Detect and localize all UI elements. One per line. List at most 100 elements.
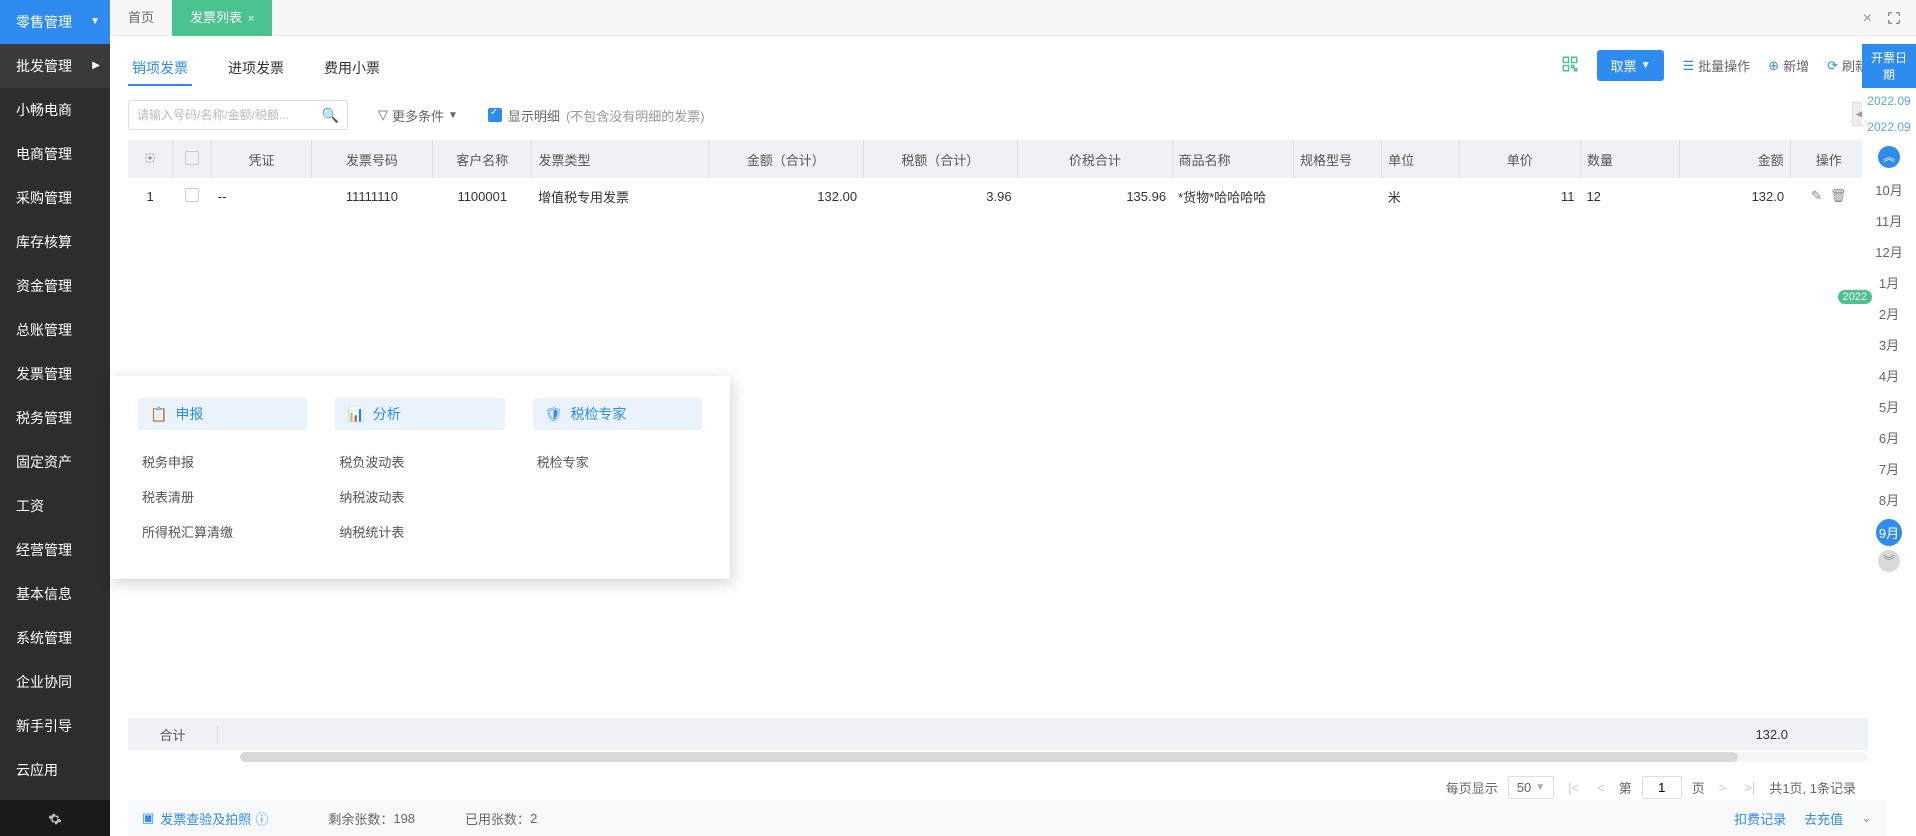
month-item[interactable]: 11月	[1862, 205, 1916, 236]
subtab-purchase[interactable]: 进项发票	[224, 52, 288, 86]
month-item[interactable]: 9月	[1876, 519, 1902, 546]
batch-button[interactable]: ☰批量操作	[1682, 56, 1750, 75]
col-voucher[interactable]: 凭证	[212, 140, 311, 178]
month-item[interactable]: 4月	[1862, 360, 1916, 391]
sidebar-item-ledger[interactable]: 总账管理	[0, 308, 110, 352]
last-page-icon[interactable]: >|	[1740, 780, 1759, 795]
sidebar-item-purchase[interactable]: 采购管理	[0, 176, 110, 220]
sidebar-item-tax[interactable]: 税务管理	[0, 396, 110, 440]
info-icon[interactable]: ⓘ	[255, 809, 268, 828]
fullscreen-icon[interactable]	[1886, 10, 1902, 29]
sidebar-item-ecommerce[interactable]: 电商管理	[0, 132, 110, 176]
edit-icon[interactable]: ✎	[1811, 188, 1822, 204]
scan-link[interactable]: 发票查验及拍照	[160, 809, 251, 828]
col-qty[interactable]: 数量	[1580, 140, 1679, 178]
sidebar-item-invoice[interactable]: 发票管理	[0, 352, 110, 396]
checkbox-icon	[488, 108, 502, 122]
month-item[interactable]: 5月	[1862, 391, 1916, 422]
month-item[interactable]: 3月	[1862, 329, 1916, 360]
col-line-amount[interactable]: 金额	[1680, 140, 1790, 178]
cell-check[interactable]	[172, 178, 212, 214]
more-conditions[interactable]: ▽更多条件▼	[378, 106, 458, 125]
sidebar-item-guide[interactable]: 新手引导	[0, 704, 110, 748]
submenu-item-tax-list[interactable]: 税表清册	[138, 479, 307, 514]
date-nav-up-icon[interactable]: ︽	[1878, 146, 1900, 168]
first-page-icon[interactable]: |<	[1564, 780, 1583, 795]
sidebar-item-funds[interactable]: 资金管理	[0, 264, 110, 308]
cell-idx: 1	[128, 178, 172, 214]
month-item[interactable]: 10月	[1862, 174, 1916, 205]
expense-link[interactable]: 扣费记录	[1734, 809, 1786, 828]
tab-home[interactable]: 首页	[110, 0, 172, 36]
declare-icon: 📋	[150, 406, 167, 423]
col-number[interactable]: 发票号码	[311, 140, 432, 178]
search-icon[interactable]: 🔍	[322, 107, 339, 124]
per-page-select[interactable]: 50▼	[1508, 776, 1554, 799]
add-button[interactable]: ⊕新增	[1768, 56, 1809, 75]
date-year-to[interactable]: 2022.09	[1862, 114, 1916, 140]
sidebar-item-operation[interactable]: 经营管理	[0, 528, 110, 572]
refresh-icon: ⟳	[1827, 58, 1838, 74]
recharge-link[interactable]: 去充值	[1804, 809, 1843, 828]
col-tax[interactable]: 税额（合计）	[863, 140, 1018, 178]
month-item[interactable]: 2月	[1862, 298, 1916, 329]
sidebar-item-xiaochang[interactable]: 小畅电商	[0, 88, 110, 132]
date-year-from[interactable]: 2022.09	[1862, 88, 1916, 114]
col-price[interactable]: 单价	[1459, 140, 1580, 178]
sidebar-item-system[interactable]: 系统管理	[0, 616, 110, 660]
subtab-expense[interactable]: 费用小票	[320, 52, 384, 86]
sidebar-item-inventory[interactable]: 库存核算	[0, 220, 110, 264]
sidebar-item-salary[interactable]: 工资	[0, 484, 110, 528]
col-unit[interactable]: 单位	[1382, 140, 1459, 178]
close-icon[interactable]: ×	[248, 13, 254, 25]
delete-icon[interactable]: 🗑	[1830, 188, 1847, 204]
col-check[interactable]	[172, 140, 212, 178]
submenu-item-stats[interactable]: 纳税统计表	[335, 514, 504, 549]
collapse-icon[interactable]: ⌄	[1861, 810, 1872, 826]
col-ops: 操作	[1790, 140, 1867, 178]
submenu-item-tax-declare[interactable]: 税务申报	[138, 444, 307, 479]
cell-goods: *货物*哈哈哈哈	[1172, 178, 1293, 214]
horizontal-scrollbar[interactable]	[240, 752, 1868, 762]
submenu-item-expert[interactable]: 税检专家	[533, 444, 702, 479]
show-detail-toggle[interactable]: 显示明细 (不包含没有明细的发票)	[488, 106, 705, 125]
filter-row: 🔍 ▽更多条件▼ 显示明细 (不包含没有明细的发票)	[128, 100, 705, 130]
prev-page-icon[interactable]: <	[1593, 780, 1609, 795]
col-goods[interactable]: 商品名称	[1172, 140, 1293, 178]
filter-icon: ▽	[378, 107, 388, 123]
qr-icon[interactable]	[1561, 55, 1579, 76]
submenu-item-income-settle[interactable]: 所得税汇算清缴	[138, 514, 307, 549]
sidebar-item-assets[interactable]: 固定资产	[0, 440, 110, 484]
scrollbar-thumb[interactable]	[240, 752, 1738, 762]
sidebar: 零售管理▼ 批发管理▶ 小畅电商 电商管理 采购管理 库存核算 资金管理 总账管…	[0, 0, 110, 836]
col-type[interactable]: 发票类型	[532, 140, 709, 178]
col-total[interactable]: 价税合计	[1018, 140, 1173, 178]
month-item[interactable]: 12月	[1862, 236, 1916, 267]
sidebar-item-wholesale[interactable]: 批发管理▶	[0, 44, 110, 88]
sidebar-item-collab[interactable]: 企业协同	[0, 660, 110, 704]
col-spec[interactable]: 规格型号	[1293, 140, 1381, 178]
next-page-icon[interactable]: >	[1715, 780, 1731, 795]
submenu-item-payment[interactable]: 纳税波动表	[335, 479, 504, 514]
col-gear[interactable]	[128, 140, 172, 178]
table-row[interactable]: 1 -- 11111110 1100001 增值税专用发票 132.00 3.9…	[128, 178, 1868, 214]
tab-invoice-list[interactable]: 发票列表×	[172, 0, 272, 36]
subtab-sales[interactable]: 销项发票	[128, 52, 192, 86]
sidebar-settings[interactable]	[0, 800, 110, 836]
page-input[interactable]	[1642, 776, 1682, 799]
date-nav-down-icon[interactable]: ︾	[1878, 550, 1900, 572]
month-item[interactable]: 8月	[1862, 484, 1916, 515]
submenu-item-burden[interactable]: 税负波动表	[335, 444, 504, 479]
month-item[interactable]: 7月	[1862, 453, 1916, 484]
search-input[interactable]	[137, 108, 322, 122]
gear-icon	[48, 812, 62, 826]
sidebar-item-basic[interactable]: 基本信息	[0, 572, 110, 616]
close-all-icon[interactable]: ×	[1863, 10, 1872, 28]
sidebar-item-cloud[interactable]: 云应用	[0, 748, 110, 792]
col-customer[interactable]: 客户名称	[433, 140, 532, 178]
tax-submenu: 📋申报 税务申报 税表清册 所得税汇算清缴 📊分析 税负波动表 纳税波动表 纳税…	[110, 376, 730, 579]
collect-button[interactable]: 取票▼	[1597, 50, 1665, 81]
sidebar-item-retail[interactable]: 零售管理▼	[0, 0, 110, 44]
month-item[interactable]: 6月	[1862, 422, 1916, 453]
col-amount[interactable]: 金额（合计）	[709, 140, 864, 178]
